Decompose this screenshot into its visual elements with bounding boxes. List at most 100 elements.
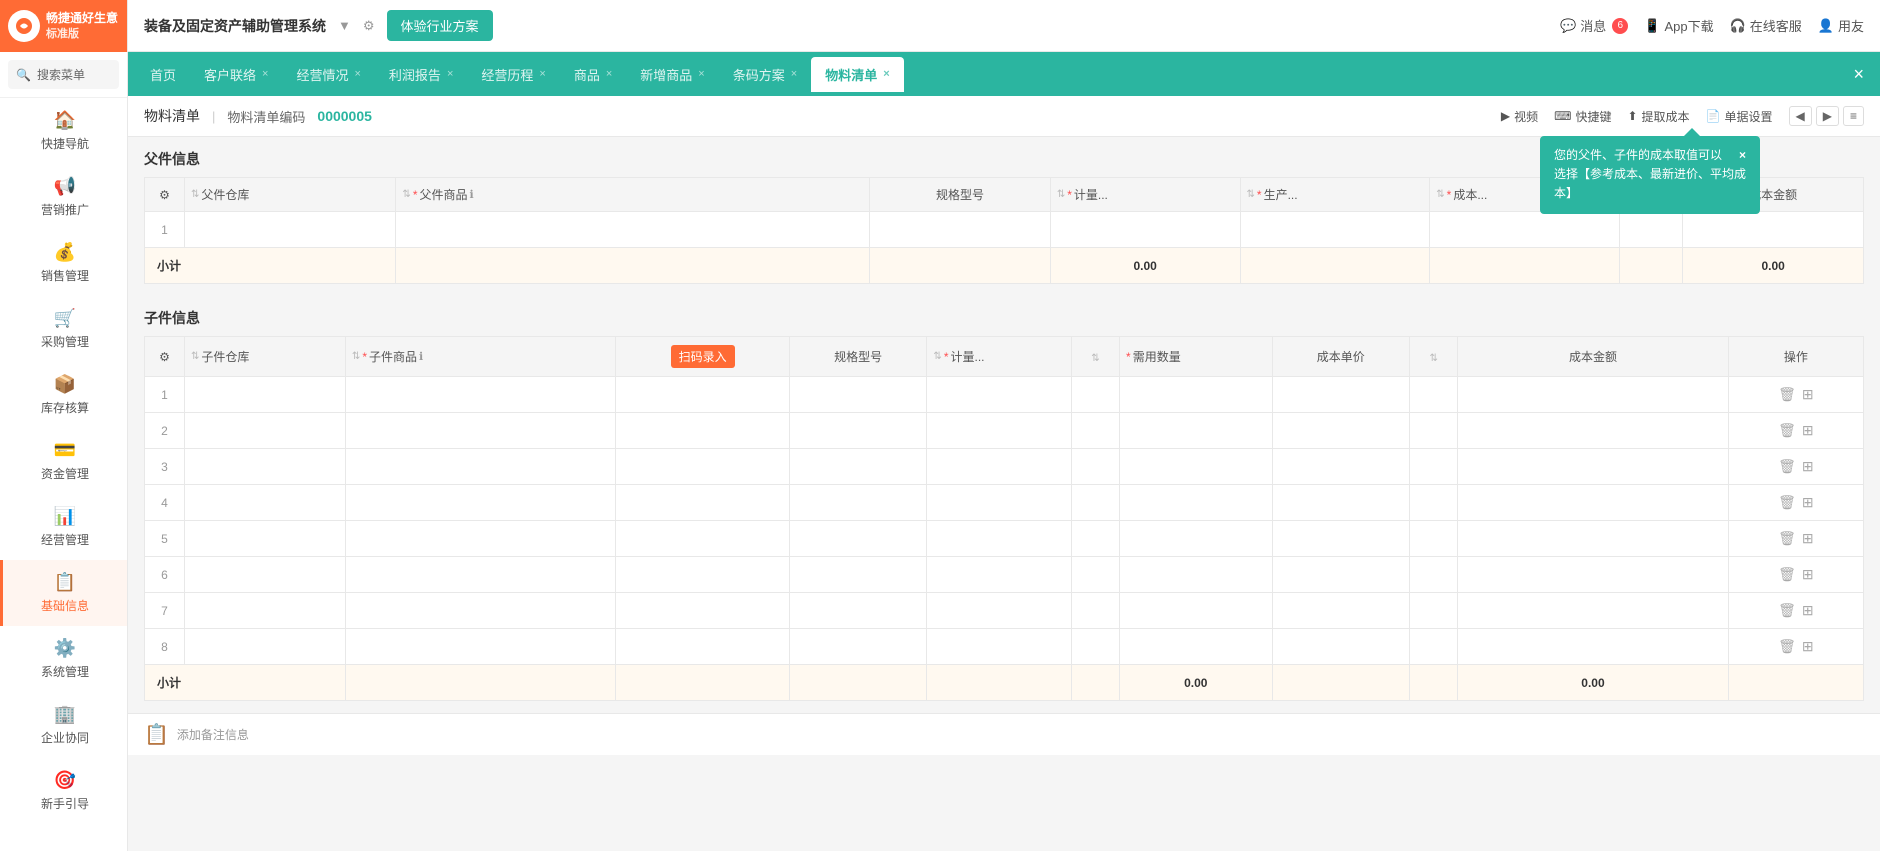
- gear-settings-icon[interactable]: ⚙: [159, 188, 170, 202]
- child-qty-2[interactable]: [1120, 449, 1273, 485]
- tab-profit-report[interactable]: 利润报告 ×: [375, 57, 467, 92]
- parent-unit-cell[interactable]: [1050, 212, 1240, 248]
- sidebar-item-guide[interactable]: 🎯 新手引导: [0, 758, 127, 824]
- child-unitcost-5[interactable]: [1272, 557, 1410, 593]
- copy-row-1[interactable]: ⊞: [1802, 422, 1814, 439]
- child-warehouse-4[interactable]: [185, 521, 346, 557]
- app-download-button[interactable]: 📱 App下载: [1644, 16, 1713, 35]
- child-warehouse-1[interactable]: [185, 413, 346, 449]
- tab-close-goods[interactable]: ×: [606, 68, 612, 80]
- child-qty-6[interactable]: [1120, 593, 1273, 629]
- child-goods-6[interactable]: [345, 593, 615, 629]
- copy-row-6[interactable]: ⊞: [1802, 602, 1814, 619]
- next-page-button[interactable]: ▶: [1816, 106, 1839, 126]
- parent-warehouse-cell[interactable]: [185, 212, 396, 248]
- sidebar-item-sales[interactable]: 💰 销售管理: [0, 230, 127, 296]
- sidebar-item-operations[interactable]: 📊 经营管理: [0, 494, 127, 560]
- copy-row-4[interactable]: ⊞: [1802, 530, 1814, 547]
- delete-row-5[interactable]: 🗑: [1778, 566, 1796, 583]
- tab-close-bom[interactable]: ×: [883, 68, 889, 80]
- child-unitcost-6[interactable]: [1272, 593, 1410, 629]
- tab-ops-history[interactable]: 经营历程 ×: [467, 57, 559, 92]
- message-button[interactable]: 💬 消息 6: [1560, 16, 1628, 35]
- sidebar-item-basic-info[interactable]: 📋 基础信息: [0, 560, 127, 626]
- child-spec-1[interactable]: [789, 413, 927, 449]
- copy-row-2[interactable]: ⊞: [1802, 458, 1814, 475]
- copy-row-0[interactable]: ⊞: [1802, 386, 1814, 403]
- child-qty-1[interactable]: [1120, 413, 1273, 449]
- delete-row-7[interactable]: 🗑: [1778, 638, 1796, 655]
- prev-page-button[interactable]: ◀: [1789, 106, 1812, 126]
- delete-row-2[interactable]: 🗑: [1778, 458, 1796, 475]
- delete-row-6[interactable]: 🗑: [1778, 602, 1796, 619]
- child-spec-2[interactable]: [789, 449, 927, 485]
- tab-bom[interactable]: 物料清单 ×: [811, 57, 903, 92]
- child-goods-3[interactable]: [345, 485, 615, 521]
- child-goods-info-icon[interactable]: ℹ: [419, 350, 423, 363]
- child-unitcost-0[interactable]: [1272, 377, 1410, 413]
- child-goods-1[interactable]: [345, 413, 615, 449]
- delete-row-3[interactable]: 🗑: [1778, 494, 1796, 511]
- tab-home[interactable]: 首页: [136, 57, 190, 92]
- child-unitcost-7[interactable]: [1272, 629, 1410, 665]
- tooltip-close-button[interactable]: ×: [1739, 146, 1746, 165]
- child-qty-0[interactable]: [1120, 377, 1273, 413]
- child-unitcost-1[interactable]: [1272, 413, 1410, 449]
- tab-close-ops-history[interactable]: ×: [539, 68, 545, 80]
- child-unit-2[interactable]: [927, 449, 1071, 485]
- tab-close-customer[interactable]: ×: [262, 68, 268, 80]
- scan-input-button[interactable]: 扫码录入: [671, 345, 735, 368]
- sidebar-item-system[interactable]: ⚙️ 系统管理: [0, 626, 127, 692]
- child-unitcost-2[interactable]: [1272, 449, 1410, 485]
- child-unitcost-3[interactable]: [1272, 485, 1410, 521]
- child-spec-4[interactable]: [789, 521, 927, 557]
- delete-row-1[interactable]: 🗑: [1778, 422, 1796, 439]
- tab-new-goods[interactable]: 新增商品 ×: [626, 57, 718, 92]
- child-unit-3[interactable]: [927, 485, 1071, 521]
- child-warehouse-2[interactable]: [185, 449, 346, 485]
- tab-close-operations-status[interactable]: ×: [354, 68, 360, 80]
- sidebar-item-finance[interactable]: 💳 资金管理: [0, 428, 127, 494]
- child-unit-1[interactable]: [927, 413, 1071, 449]
- child-warehouse-0[interactable]: [185, 377, 346, 413]
- tab-close-profit-report[interactable]: ×: [447, 68, 453, 80]
- single-setting-button[interactable]: 📄 单据设置: [1706, 108, 1773, 125]
- tab-operations-status[interactable]: 经营情况 ×: [282, 57, 374, 92]
- child-unit-5[interactable]: [927, 557, 1071, 593]
- child-unit-7[interactable]: [927, 629, 1071, 665]
- list-view-button[interactable]: ≡: [1843, 106, 1864, 126]
- child-spec-5[interactable]: [789, 557, 927, 593]
- child-unit-6[interactable]: [927, 593, 1071, 629]
- child-warehouse-5[interactable]: [185, 557, 346, 593]
- sidebar-item-marketing[interactable]: 📢 营销推广: [0, 164, 127, 230]
- child-unit-4[interactable]: [927, 521, 1071, 557]
- copy-row-5[interactable]: ⊞: [1802, 566, 1814, 583]
- delete-row-4[interactable]: 🗑: [1778, 530, 1796, 547]
- parent-cost-cell[interactable]: [1430, 212, 1620, 248]
- tab-close-new-goods[interactable]: ×: [698, 68, 704, 80]
- child-goods-5[interactable]: [345, 557, 615, 593]
- child-warehouse-3[interactable]: [185, 485, 346, 521]
- user-menu-button[interactable]: 👤 用友: [1818, 16, 1864, 35]
- sidebar-item-inventory[interactable]: 📦 库存核算: [0, 362, 127, 428]
- delete-row-0[interactable]: 🗑: [1778, 386, 1796, 403]
- tab-goods[interactable]: 商品 ×: [560, 57, 626, 92]
- child-unitcost-4[interactable]: [1272, 521, 1410, 557]
- sidebar-item-quick-nav[interactable]: 🏠 快捷导航: [0, 98, 127, 164]
- copy-row-7[interactable]: ⊞: [1802, 638, 1814, 655]
- tab-barcode[interactable]: 条码方案 ×: [719, 57, 811, 92]
- close-all-tabs-button[interactable]: ×: [1845, 64, 1872, 85]
- child-gear-icon[interactable]: ⚙: [159, 350, 170, 364]
- sidebar-item-enterprise[interactable]: 🏢 企业协同: [0, 692, 127, 758]
- parent-spec-cell[interactable]: [870, 212, 1051, 248]
- child-qty-3[interactable]: [1120, 485, 1273, 521]
- child-goods-2[interactable]: [345, 449, 615, 485]
- settings-icon[interactable]: ⚙: [363, 18, 375, 34]
- child-qty-5[interactable]: [1120, 557, 1273, 593]
- child-spec-0[interactable]: [789, 377, 927, 413]
- child-spec-6[interactable]: [789, 593, 927, 629]
- parent-goods-cell[interactable]: [396, 212, 870, 248]
- child-spec-7[interactable]: [789, 629, 927, 665]
- search-menu-button[interactable]: 🔍 搜索菜单: [8, 60, 119, 89]
- child-qty-4[interactable]: [1120, 521, 1273, 557]
